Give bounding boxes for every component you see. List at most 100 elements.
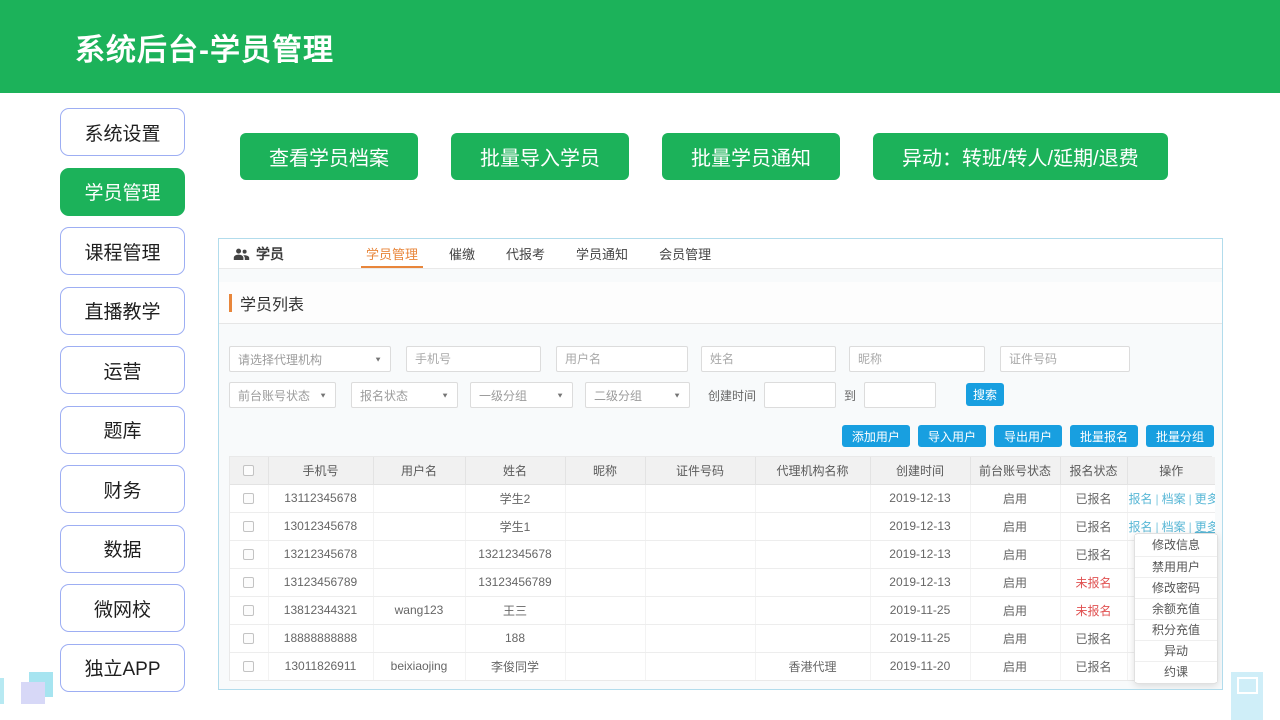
bulk-action-button[interactable]: 批量报名 bbox=[1070, 425, 1138, 447]
cell-username bbox=[373, 624, 465, 652]
quick-action-button[interactable]: 查看学员档案 bbox=[240, 133, 418, 180]
context-menu-item[interactable]: 约课 bbox=[1135, 661, 1217, 682]
cell-enroll-status: 未报名 bbox=[1060, 596, 1127, 624]
checkbox-cell bbox=[230, 540, 268, 568]
sidebar-item[interactable]: 运营 bbox=[60, 346, 185, 394]
cell-name: 13212345678 bbox=[465, 540, 565, 568]
filter-select[interactable]: 二级分组▼ bbox=[585, 382, 690, 408]
context-menu-item[interactable]: 异动 bbox=[1135, 640, 1217, 661]
filter-select-placeholder: 前台账号状态 bbox=[238, 387, 310, 404]
tab[interactable]: 催缴 bbox=[447, 239, 477, 268]
quick-action-button[interactable]: 批量导入学员 bbox=[451, 133, 629, 180]
filter-select[interactable]: 请选择代理机构▼ bbox=[229, 346, 391, 372]
row-checkbox[interactable] bbox=[243, 661, 254, 672]
row-checkbox[interactable] bbox=[243, 633, 254, 644]
filter-input[interactable] bbox=[406, 346, 541, 372]
context-menu-item[interactable]: 禁用用户 bbox=[1135, 556, 1217, 577]
row-checkbox[interactable] bbox=[243, 521, 254, 532]
table-head: 手机号用户名姓名昵称证件号码代理机构名称创建时间前台账号状态报名状态操作 bbox=[230, 457, 1215, 484]
row-action-link[interactable]: 更多 bbox=[1195, 492, 1215, 506]
filter-input[interactable] bbox=[701, 346, 836, 372]
table-row: 13123456789131234567892019-12-13启用未报名 bbox=[230, 568, 1215, 596]
cell-username bbox=[373, 512, 465, 540]
cell-nickname bbox=[565, 652, 645, 680]
cell-id-number bbox=[645, 596, 755, 624]
sidebar-item[interactable]: 微网校 bbox=[60, 584, 185, 632]
cell-agency bbox=[755, 568, 870, 596]
checkbox-cell bbox=[230, 652, 268, 680]
context-menu-item[interactable]: 积分充值 bbox=[1135, 619, 1217, 640]
action-separator: | bbox=[1189, 492, 1192, 506]
sidebar-item[interactable]: 数据 bbox=[60, 525, 185, 573]
tab[interactable]: 会员管理 bbox=[657, 239, 713, 268]
date-from-input[interactable] bbox=[764, 382, 836, 408]
cell-created: 2019-12-13 bbox=[870, 484, 970, 512]
section-head: 学员列表 bbox=[219, 282, 1222, 324]
filter-input[interactable] bbox=[849, 346, 985, 372]
cell-enroll-status: 已报名 bbox=[1060, 652, 1127, 680]
sidebar-item[interactable]: 财务 bbox=[60, 465, 185, 513]
sidebar-nav: 系统设置学员管理课程管理直播教学运营题库财务数据微网校独立APP bbox=[60, 108, 185, 692]
table-row: 13812344321wang123王三2019-11-25启用未报名 bbox=[230, 596, 1215, 624]
search-button[interactable]: 搜索 bbox=[966, 383, 1004, 406]
cell-id-number bbox=[645, 512, 755, 540]
filter-select[interactable]: 一级分组▼ bbox=[470, 382, 573, 408]
checkbox-cell bbox=[230, 624, 268, 652]
row-action-link[interactable]: 报名 bbox=[1129, 492, 1153, 506]
page-title: 系统后台-学员管理 bbox=[75, 25, 334, 69]
cell-enroll-status: 已报名 bbox=[1060, 540, 1127, 568]
date-from-label: 创建时间 bbox=[708, 387, 756, 404]
date-to-input[interactable] bbox=[864, 382, 936, 408]
cell-phone: 13012345678 bbox=[268, 512, 373, 540]
sidebar-item[interactable]: 学员管理 bbox=[60, 168, 185, 216]
cell-username bbox=[373, 484, 465, 512]
sidebar-item[interactable]: 系统设置 bbox=[60, 108, 185, 156]
cell-created: 2019-12-13 bbox=[870, 540, 970, 568]
filter-select[interactable]: 前台账号状态▼ bbox=[229, 382, 336, 408]
filter-input[interactable] bbox=[556, 346, 688, 372]
quick-action-button[interactable]: 异动：转班/转人/延期/退费 bbox=[873, 133, 1168, 180]
sidebar-item[interactable]: 独立APP bbox=[60, 644, 185, 692]
filter-input[interactable] bbox=[1000, 346, 1130, 372]
row-checkbox[interactable] bbox=[243, 605, 254, 616]
select-all-checkbox[interactable] bbox=[243, 465, 254, 476]
decor-square-outline bbox=[1237, 677, 1258, 694]
bulk-action-button[interactable]: 添加用户 bbox=[842, 425, 910, 447]
column-header: 证件号码 bbox=[645, 457, 755, 484]
tabs: 学员管理催缴代报考学员通知会员管理 bbox=[364, 239, 713, 268]
row-checkbox[interactable] bbox=[243, 493, 254, 504]
filter-select[interactable]: 报名状态▼ bbox=[351, 382, 458, 408]
bulk-action-button[interactable]: 导出用户 bbox=[994, 425, 1062, 447]
row-checkbox[interactable] bbox=[243, 549, 254, 560]
cell-agency bbox=[755, 540, 870, 568]
bulk-action-button[interactable]: 导入用户 bbox=[918, 425, 986, 447]
cell-agency bbox=[755, 484, 870, 512]
quick-action-button[interactable]: 批量学员通知 bbox=[662, 133, 840, 180]
tab[interactable]: 代报考 bbox=[504, 239, 547, 268]
enroll-status-badge: 未报名 bbox=[1075, 576, 1111, 590]
tab[interactable]: 学员管理 bbox=[364, 239, 420, 268]
cell-id-number bbox=[645, 624, 755, 652]
column-header: 代理机构名称 bbox=[755, 457, 870, 484]
sidebar-item[interactable]: 直播教学 bbox=[60, 287, 185, 335]
row-checkbox[interactable] bbox=[243, 577, 254, 588]
select-all-cell bbox=[230, 457, 268, 484]
sidebar-item[interactable]: 题库 bbox=[60, 406, 185, 454]
context-menu-item[interactable]: 修改信息 bbox=[1135, 535, 1217, 556]
filter-select-placeholder: 二级分组 bbox=[594, 387, 642, 404]
row-action-link[interactable]: 更多 bbox=[1195, 520, 1215, 534]
bulk-action-button[interactable]: 批量分组 bbox=[1146, 425, 1214, 447]
context-menu-item[interactable]: 修改密码 bbox=[1135, 577, 1217, 598]
row-action-link[interactable]: 档案 bbox=[1162, 492, 1186, 506]
checkbox-cell bbox=[230, 512, 268, 540]
context-menu-item[interactable]: 余额充值 bbox=[1135, 598, 1217, 619]
column-header: 姓名 bbox=[465, 457, 565, 484]
cell-enroll-status: 未报名 bbox=[1060, 568, 1127, 596]
row-more-context-menu: 修改信息禁用用户修改密码余额充值积分充值异动约课 bbox=[1134, 533, 1218, 684]
sidebar-item[interactable]: 课程管理 bbox=[60, 227, 185, 275]
tab[interactable]: 学员通知 bbox=[574, 239, 630, 268]
table-row: 13112345678学生22019-12-13启用已报名报名|档案|更多 bbox=[230, 484, 1215, 512]
enroll-status-badge: 已报名 bbox=[1075, 520, 1111, 534]
row-action-link[interactable]: 档案 bbox=[1162, 520, 1186, 534]
row-action-link[interactable]: 报名 bbox=[1129, 520, 1153, 534]
